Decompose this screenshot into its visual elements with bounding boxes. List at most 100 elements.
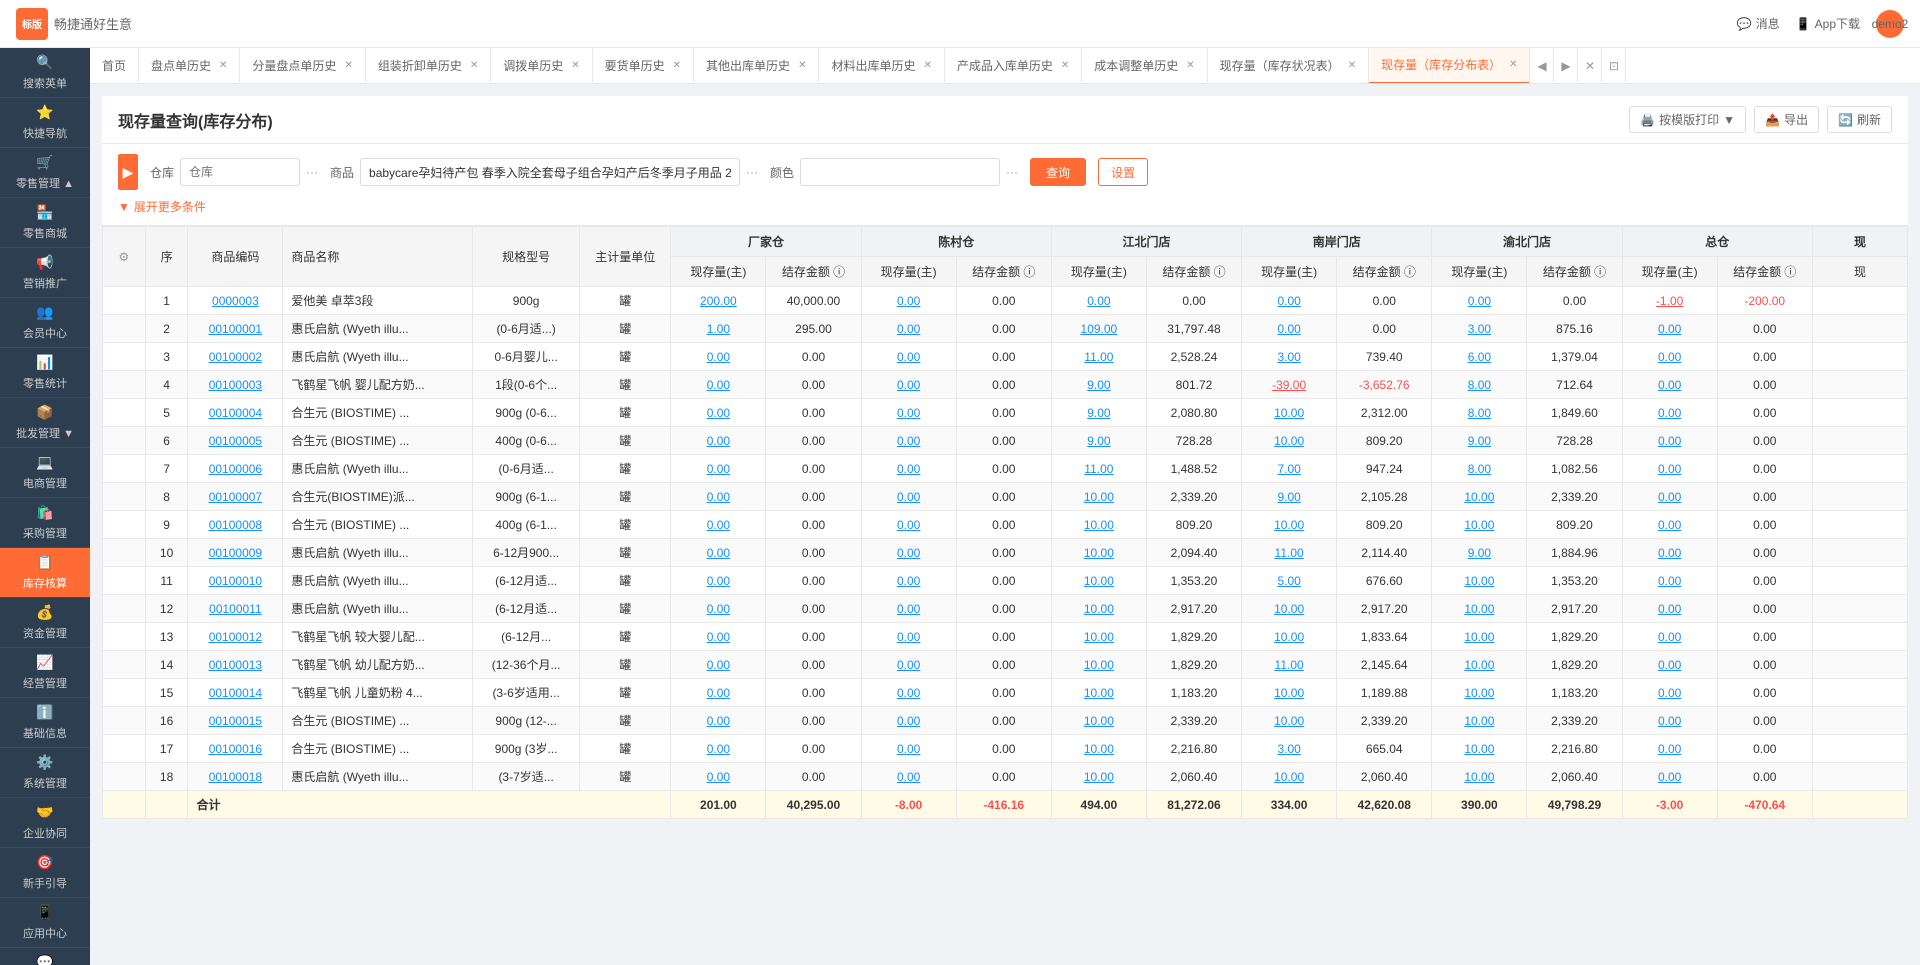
td-unit: 罐 [580, 623, 671, 651]
close-tab-1[interactable]: ✕ [219, 60, 227, 71]
sidebar-item-marketing[interactable]: 📢 营销推广 [0, 248, 90, 298]
td-sum-c2-amt: -416.16 [956, 791, 1051, 819]
tab-assembly[interactable]: 组装折卸单历史 ✕ [366, 48, 491, 84]
sidebar-item-finance[interactable]: 💰 资金管理 [0, 598, 90, 648]
nav-expand[interactable]: ⊡ [1602, 48, 1626, 84]
td-unit: 罐 [580, 287, 671, 315]
sidebar-item-system[interactable]: ⚙️ 系统管理 [0, 748, 90, 798]
sidebar-item-wholesale[interactable]: 📦 批发管理 ▼ [0, 398, 90, 448]
td-c3-amt: 2,528.24 [1146, 343, 1241, 371]
sidebar-item-purchase[interactable]: 🛍️ 采购管理 [0, 498, 90, 548]
close-tab-4[interactable]: ✕ [571, 60, 579, 71]
close-tab-11[interactable]: ✕ [1509, 59, 1517, 70]
td-gear [103, 735, 146, 763]
td-c4-qty: 10.00 [1242, 763, 1337, 791]
expand-conditions-btn[interactable]: ▼ 展开更多条件 [118, 198, 1892, 215]
td-c4-qty: 10.00 [1242, 623, 1337, 651]
tab-material-out[interactable]: 材料出库单历史 ✕ [819, 48, 944, 84]
td-c2-amt: 0.00 [956, 287, 1051, 315]
close-tab-9[interactable]: ✕ [1186, 60, 1194, 71]
close-tab-7[interactable]: ✕ [923, 60, 931, 71]
close-tab-2[interactable]: ✕ [344, 60, 352, 71]
td-total-qty: 0.00 [1622, 371, 1717, 399]
export-btn[interactable]: 📤 导出 [1754, 106, 1819, 133]
sidebar-item-search[interactable]: 🔍 搜索英单 [0, 48, 90, 98]
td-name: 惠氏启航 (Wyeth illu... [283, 763, 473, 791]
td-index: 2 [145, 315, 188, 343]
sidebar-item-basic[interactable]: ℹ️ 基础信息 [0, 698, 90, 748]
sidebar-item-mall[interactable]: 🏪 零售商城 [0, 198, 90, 248]
tab-inventory-check[interactable]: 盘点单历史 ✕ [139, 48, 240, 84]
app-download-btn[interactable]: 📱 App下载 [1796, 15, 1860, 32]
sidebar-item-guide[interactable]: 🎯 新手引导 [0, 848, 90, 898]
warehouse-input[interactable] [180, 158, 300, 186]
td-c5-qty: 10.00 [1432, 595, 1527, 623]
td-extra [1812, 651, 1907, 679]
td-c2-qty: 0.00 [861, 539, 956, 567]
color-input[interactable] [800, 158, 1000, 186]
table-row: 2 00100001 惠氏启航 (Wyeth illu... (0-6月适...… [103, 315, 1908, 343]
retail-icon: 🛒 [36, 154, 53, 171]
tab-product-in[interactable]: 产成品入库单历史 ✕ [945, 48, 1082, 84]
nav-arrow-right[interactable]: ▶ [1554, 48, 1578, 84]
td-c5-qty: 9.00 [1432, 539, 1527, 567]
nav-arrow-left[interactable]: ◀ [1530, 48, 1554, 84]
td-index: 1 [145, 287, 188, 315]
tab-transfer[interactable]: 调拨单历史 ✕ [491, 48, 592, 84]
operations-icon: 📈 [36, 654, 53, 671]
sidebar-item-collab[interactable]: 🤝 企业协同 [0, 798, 90, 848]
td-c3-qty: 10.00 [1051, 595, 1146, 623]
tab-home[interactable]: 首页 [90, 48, 139, 84]
table-row: 1 0000003 爱他美 卓萃3段 900g 罐 200.00 40,000.… [103, 287, 1908, 315]
sidebar-item-ecommerce[interactable]: 💻 电商管理 [0, 448, 90, 498]
td-c5-amt: 1,353.20 [1527, 567, 1622, 595]
tab-stock-status[interactable]: 现存量（库存状况表） ✕ [1208, 48, 1369, 84]
sidebar-item-retail[interactable]: 🛒 零售管理 ▲ [0, 148, 90, 198]
filter-toggle-btn[interactable]: ▶ [118, 154, 138, 190]
td-total-qty: 0.00 [1622, 651, 1717, 679]
th-warehouse-4: 南岸门店 [1242, 227, 1432, 257]
close-tab-10[interactable]: ✕ [1348, 60, 1356, 71]
td-c4-amt: 2,105.28 [1337, 483, 1432, 511]
table-row: 9 00100008 合生元 (BIOSTIME) ... 400g (6-1.… [103, 511, 1908, 539]
tab-stock-dist[interactable]: 现存量（库存分布表） ✕ [1369, 48, 1530, 84]
sidebar-item-operations[interactable]: 📈 经营管理 [0, 648, 90, 698]
tab-cost-adjust[interactable]: 成本调整单历史 ✕ [1082, 48, 1207, 84]
tab-other-out[interactable]: 其他出库单历史 ✕ [694, 48, 819, 84]
close-tab-6[interactable]: ✕ [798, 60, 806, 71]
td-c3-qty: 10.00 [1051, 651, 1146, 679]
tab-portion-check[interactable]: 分量盘点单历史 ✕ [240, 48, 365, 84]
user-avatar[interactable]: demo2 [1876, 10, 1904, 38]
td-index: 3 [145, 343, 188, 371]
td-code: 00100008 [188, 511, 283, 539]
td-total-qty: 0.00 [1622, 763, 1717, 791]
warehouse-more-btn[interactable]: ··· [306, 165, 318, 179]
nav-close-all[interactable]: ✕ [1578, 48, 1602, 84]
color-more-btn[interactable]: ··· [1006, 165, 1018, 179]
td-unit: 罐 [580, 735, 671, 763]
sidebar-item-appcenter[interactable]: 📱 应用中心 [0, 898, 90, 948]
sidebar-item-nav[interactable]: ⭐ 快捷导航 [0, 98, 90, 148]
query-btn[interactable]: 查询 [1030, 158, 1086, 186]
guide-icon: 🎯 [36, 854, 53, 871]
th-warehouse-1: 厂家仓 [671, 227, 861, 257]
tab-requisition[interactable]: 要货单历史 ✕ [593, 48, 694, 84]
sidebar-item-wechat[interactable]: 💬 企业微信 [0, 948, 90, 965]
print-btn[interactable]: 🖨️ 按模版打印 ▼ [1629, 106, 1746, 133]
sidebar-item-member[interactable]: 👥 会员中心 [0, 298, 90, 348]
gear-icon[interactable]: ⚙ [118, 250, 129, 264]
td-c1-qty: 0.00 [671, 651, 766, 679]
td-name: 合生元 (BIOSTIME) ... [283, 511, 473, 539]
close-tab-8[interactable]: ✕ [1061, 60, 1069, 71]
message-btn[interactable]: 💬 消息 [1737, 15, 1780, 32]
close-tab-5[interactable]: ✕ [673, 60, 681, 71]
td-sum-total-amt: -470.64 [1717, 791, 1812, 819]
close-tab-3[interactable]: ✕ [470, 60, 478, 71]
product-more-btn[interactable]: ··· [746, 165, 758, 179]
product-input[interactable] [360, 158, 740, 186]
settings-btn[interactable]: 设置 [1098, 158, 1148, 186]
sidebar-item-inventory[interactable]: 📋 库存核算 [0, 548, 90, 598]
refresh-btn[interactable]: 🔄 刷新 [1827, 106, 1892, 133]
td-c1-qty: 0.00 [671, 483, 766, 511]
sidebar-item-retail-stats[interactable]: 📊 零售统计 [0, 348, 90, 398]
